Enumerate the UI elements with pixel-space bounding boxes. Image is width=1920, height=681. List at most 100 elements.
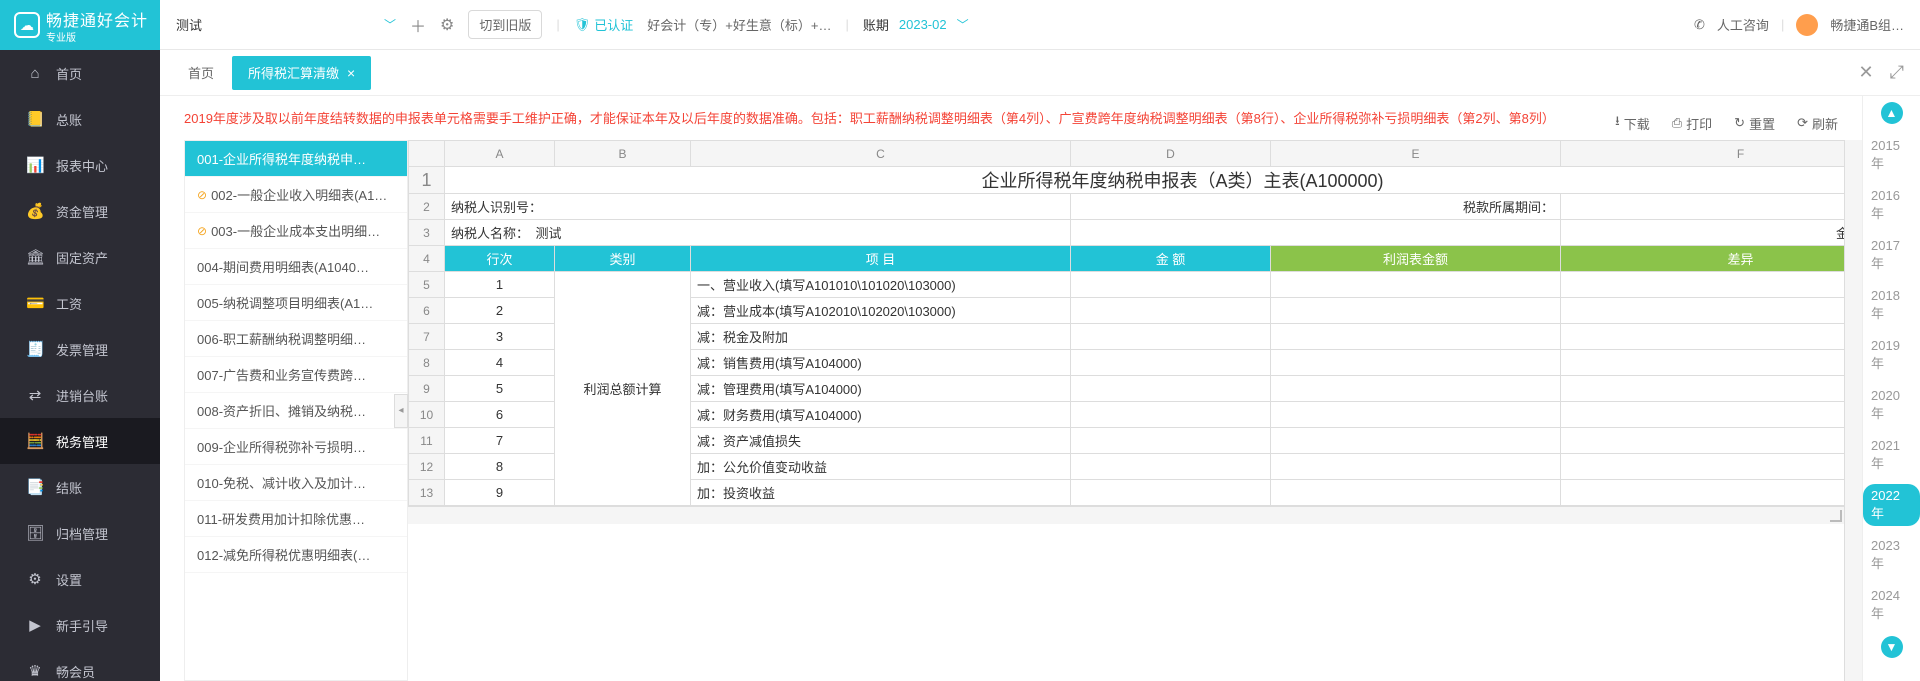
tab-active[interactable]: 所得税汇算清缴 × [232,56,371,90]
form-list-item[interactable]: 007-广告费和业务宣传费跨… [185,357,407,393]
sheet-hscroll[interactable] [408,506,1844,524]
nav-item[interactable]: ⚙设置 [0,556,160,602]
nav-item[interactable]: 📒总账 [0,96,160,142]
cell-item[interactable]: 减：销售费用(填写A104000) [691,350,1071,376]
add-button[interactable]: ＋ [410,13,426,37]
close-all-tabs-icon[interactable]: ✕ [1859,62,1874,83]
cell-profit[interactable] [1271,480,1561,506]
row-number[interactable]: 12 [409,454,445,480]
cell-amount[interactable] [1071,298,1271,324]
year-item[interactable]: 2015年 [1863,134,1920,176]
form-list-item[interactable]: 004-期间费用明细表(A1040… [185,249,407,285]
nav-item[interactable]: 🏛固定资产 [0,234,160,280]
cell-item[interactable]: 减：资产减值损失 [691,428,1071,454]
cell-profit[interactable] [1271,402,1561,428]
spreadsheet[interactable]: ABCDEF 1企业所得税年度纳税申报表（A类）主表(A100000)2纳税人识… [408,140,1844,506]
cell-amount[interactable] [1071,402,1271,428]
cell-amount[interactable] [1071,480,1271,506]
cell-diff[interactable] [1561,454,1845,480]
cell-rowno[interactable]: 2 [445,298,555,324]
nav-item[interactable]: ⌂首页 [0,50,160,96]
expand-icon[interactable]: ⤢ [1890,62,1904,83]
cell-profit[interactable] [1271,298,1561,324]
download-button[interactable]: ⭳下载 [1615,112,1650,134]
cell-diff[interactable] [1561,272,1845,298]
row-number[interactable]: 10 [409,402,445,428]
cell-diff[interactable] [1561,324,1845,350]
cell-diff[interactable] [1561,480,1845,506]
cell-rowno[interactable]: 6 [445,402,555,428]
cell-amount[interactable] [1071,454,1271,480]
tab-home[interactable]: 首页 [176,63,226,82]
row-number[interactable]: 3 [409,220,445,246]
cell-rowno[interactable]: 3 [445,324,555,350]
support-icon[interactable]: ✆ [1694,17,1705,33]
form-list-item[interactable]: 009-企业所得税弥补亏损明… [185,429,407,465]
nav-item[interactable]: 📑结账 [0,464,160,510]
cell-rowno[interactable]: 4 [445,350,555,376]
form-list-item[interactable]: 008-资产折旧、摊销及纳税… [185,393,407,429]
company-selector[interactable]: 测试 ﹀ [176,15,396,34]
nav-item[interactable]: 🗄归档管理 [0,510,160,556]
form-list-item[interactable]: ⊘003-一般企业成本支出明细… [185,213,407,249]
year-item[interactable]: 2021年 [1863,434,1920,476]
form-list-item[interactable]: 012-减免所得税优惠明细表(… [185,537,407,573]
cell-profit[interactable] [1271,350,1561,376]
form-list-item[interactable]: 011-研发费用加计扣除优惠… [185,501,407,537]
row-number[interactable]: 9 [409,376,445,402]
tab-close-icon[interactable]: × [347,65,355,81]
year-item[interactable]: 2018年 [1863,284,1920,326]
cell-item[interactable]: 减：财务费用(填写A104000) [691,402,1071,428]
col-header[interactable]: E [1271,141,1561,167]
nav-item[interactable]: ▶新手引导 [0,602,160,648]
nav-item[interactable]: 📊报表中心 [0,142,160,188]
year-item[interactable]: 2022年 [1863,484,1920,526]
cell-amount[interactable] [1071,428,1271,454]
nav-item[interactable]: 🧮税务管理 [0,418,160,464]
cell-diff[interactable] [1561,298,1845,324]
period-selector[interactable]: 账期 2023-02 ﹀ [863,15,969,34]
col-header[interactable]: F [1561,141,1845,167]
print-button[interactable]: ⎙打印 [1672,112,1712,134]
col-header[interactable]: A [445,141,555,167]
cell-item[interactable]: 加：公允价值变动收益 [691,454,1071,480]
form-list-item[interactable]: 005-纳税调整项目明细表(A1… [185,285,407,321]
support-link[interactable]: 人工咨询 [1717,15,1769,34]
nav-item[interactable]: 🧾发票管理 [0,326,160,372]
avatar[interactable] [1796,14,1818,36]
row-number[interactable]: 7 [409,324,445,350]
year-item[interactable]: 2020年 [1863,384,1920,426]
cell-diff[interactable] [1561,428,1845,454]
nav-item[interactable]: ⇄进销台账 [0,372,160,418]
cell-diff[interactable] [1561,350,1845,376]
cell-rowno[interactable]: 1 [445,272,555,298]
row-number[interactable]: 8 [409,350,445,376]
form-list-item[interactable]: 010-免税、减计收入及加计… [185,465,407,501]
year-item[interactable]: 2024年 [1863,584,1920,626]
col-header[interactable]: B [555,141,691,167]
row-number[interactable]: 11 [409,428,445,454]
nav-item[interactable]: ♛畅会员 [0,648,160,681]
settings-icon[interactable]: ⚙ [440,15,454,35]
cell-diff[interactable] [1561,376,1845,402]
col-header[interactable]: C [691,141,1071,167]
cell-amount[interactable] [1071,376,1271,402]
year-item[interactable]: 2016年 [1863,184,1920,226]
row-number[interactable]: 13 [409,480,445,506]
switch-old-version-button[interactable]: 切到旧版 [468,10,542,39]
collapse-forms-handle[interactable]: ◂ [394,394,408,428]
cell-rowno[interactable]: 5 [445,376,555,402]
cell-item[interactable]: 减：管理费用(填写A104000) [691,376,1071,402]
cell-rowno[interactable]: 8 [445,454,555,480]
nav-item[interactable]: 💰资金管理 [0,188,160,234]
row-number[interactable]: 5 [409,272,445,298]
cell-amount[interactable] [1071,272,1271,298]
year-item[interactable]: 2023年 [1863,534,1920,576]
cell-profit[interactable] [1271,272,1561,298]
cell-profit[interactable] [1271,428,1561,454]
cell-item[interactable]: 减：营业成本(填写A102010\102020\103000) [691,298,1071,324]
cell-amount[interactable] [1071,324,1271,350]
form-list-item[interactable]: 001-企业所得税年度纳税申… [185,141,407,177]
year-item[interactable]: 2017年 [1863,234,1920,276]
row-number[interactable]: 2 [409,194,445,220]
